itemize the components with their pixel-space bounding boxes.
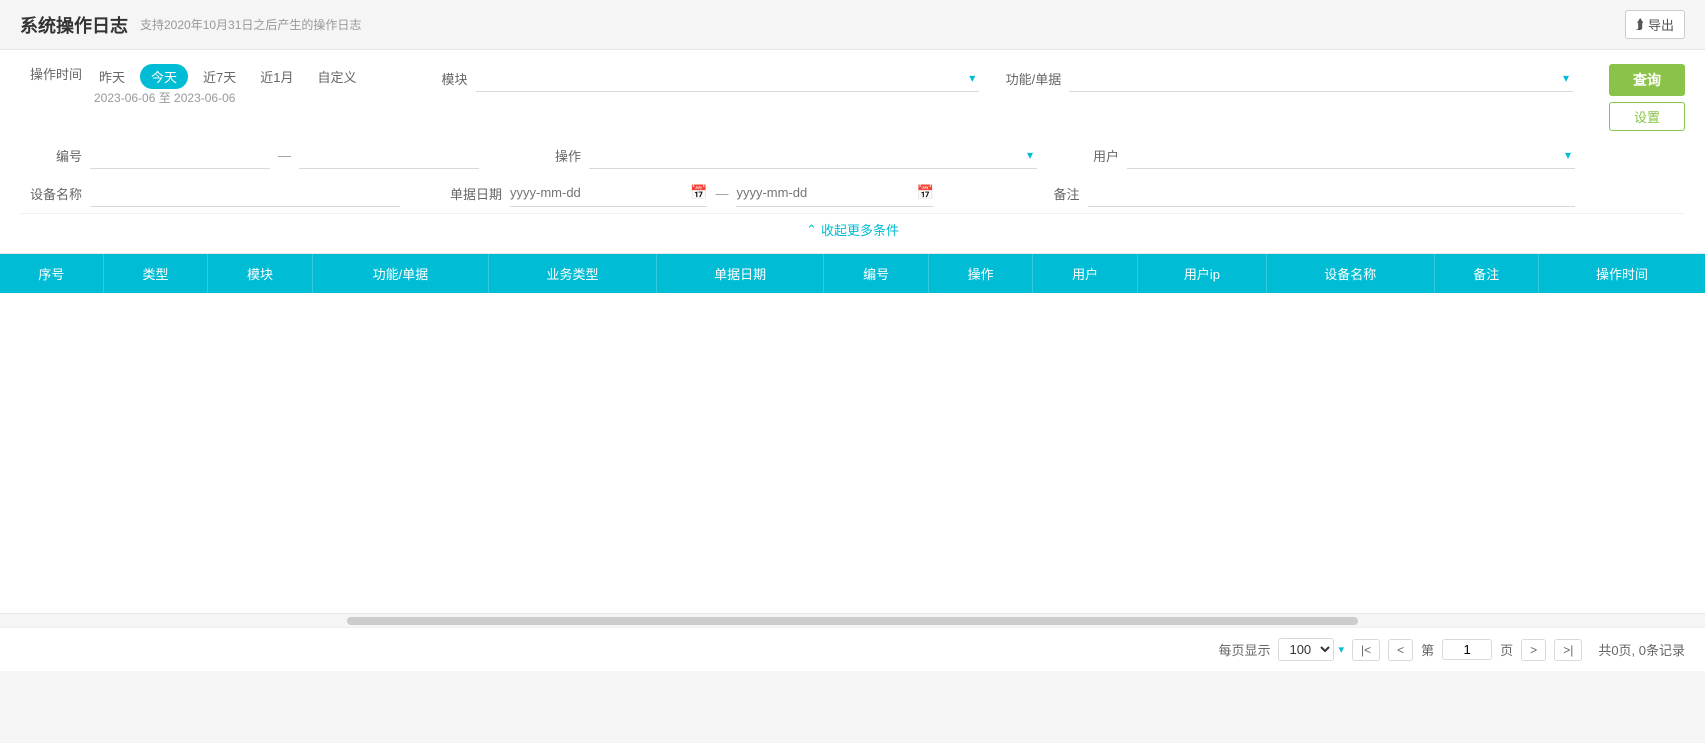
number-to-input[interactable] (299, 147, 479, 162)
page-label: 第 (1421, 640, 1434, 659)
collapse-button[interactable]: ⌃ 收起更多条件 (20, 213, 1685, 245)
col-user: 用户 (1033, 254, 1137, 293)
time-buttons: 昨天 今天 近7天 近1月 自定义 (90, 64, 366, 89)
page-header: 系统操作日志 支持2020年10月31日之后产生的操作日志 ⮭ 导出 (0, 0, 1705, 50)
number-from-wrapper (90, 141, 270, 169)
operation-select-wrapper: ▾ (589, 141, 1037, 169)
doc-date-from-input[interactable] (510, 185, 686, 200)
time-label: 操作时间 (20, 64, 90, 83)
table-container: 序号 类型 模块 功能/单据 业务类型 单据日期 编号 操作 用户 用户ip 设… (0, 254, 1705, 613)
time-btn-yesterday[interactable]: 昨天 (90, 64, 134, 89)
page-title: 系统操作日志 (20, 12, 128, 38)
query-button[interactable]: 查询 (1609, 64, 1685, 96)
empty-area (0, 293, 1705, 613)
function-label: 功能/单据 (999, 69, 1069, 88)
settings-button[interactable]: 设置 (1609, 102, 1685, 131)
doc-date-label: 单据日期 (440, 184, 510, 203)
doc-date-to-input[interactable] (736, 185, 912, 200)
last-page-btn[interactable]: >| (1554, 639, 1582, 661)
export-icon: ⮭ (1636, 16, 1644, 33)
time-btn-1month[interactable]: 近1月 (251, 64, 302, 89)
number-label: 编号 (20, 146, 90, 165)
user-label: 用户 (1057, 146, 1127, 165)
doc-date-to-wrapper: 📅 (736, 179, 933, 207)
module-select-wrapper: ▾ (476, 64, 980, 92)
col-module: 模块 (208, 254, 312, 293)
export-button[interactable]: ⮭ 导出 (1625, 10, 1685, 39)
col-op-time: 操作时间 (1539, 254, 1705, 293)
next-page-btn[interactable]: > (1521, 639, 1546, 661)
device-input-wrapper (90, 179, 400, 207)
remark-input[interactable] (1088, 185, 1576, 200)
export-label: 导出 (1648, 15, 1674, 34)
col-device: 设备名称 (1266, 254, 1434, 293)
table-header-row: 序号 类型 模块 功能/单据 业务类型 单据日期 编号 操作 用户 用户ip 设… (0, 254, 1705, 293)
col-type: 类型 (103, 254, 207, 293)
calendar-to-icon[interactable]: 📅 (916, 184, 933, 201)
function-select[interactable] (1069, 70, 1573, 85)
calendar-from-icon[interactable]: 📅 (690, 184, 707, 201)
col-number: 编号 (824, 254, 928, 293)
function-select-wrapper: ▾ (1069, 64, 1573, 92)
doc-date-from-wrapper: 📅 (510, 179, 707, 207)
action-buttons: 查询 设置 (1609, 64, 1685, 131)
device-label: 设备名称 (20, 184, 90, 203)
scroll-thumb[interactable] (347, 617, 1358, 625)
operation-select[interactable] (589, 147, 1037, 162)
operation-label: 操作 (519, 146, 589, 165)
col-remark: 备注 (1434, 254, 1538, 293)
time-btn-today[interactable]: 今天 (140, 64, 188, 89)
page-size-select[interactable]: 10 20 50 100 200 (1278, 638, 1334, 661)
number-to-wrapper (299, 141, 479, 169)
pagination: 每页显示 10 20 50 100 200 ▾ |< < 第 页 > >| 共0… (0, 627, 1705, 671)
col-seq: 序号 (0, 254, 103, 293)
time-btn-custom[interactable]: 自定义 (309, 64, 366, 89)
col-operation: 操作 (928, 254, 1032, 293)
module-select[interactable] (476, 70, 980, 85)
remark-label: 备注 (1018, 184, 1088, 203)
user-select[interactable] (1127, 147, 1575, 162)
first-page-btn[interactable]: |< (1352, 639, 1380, 661)
doc-date-dash: — (715, 186, 728, 201)
user-select-wrapper: ▾ (1127, 141, 1575, 169)
page-subtitle: 支持2020年10月31日之后产生的操作日志 (140, 16, 361, 33)
module-label: 模块 (406, 69, 476, 88)
time-range: 2023-06-06 至 2023-06-06 (94, 89, 366, 106)
time-btn-7days[interactable]: 近7天 (194, 64, 245, 89)
data-table: 序号 类型 模块 功能/单据 业务类型 单据日期 编号 操作 用户 用户ip 设… (0, 254, 1705, 293)
number-dash: — (278, 148, 291, 163)
horizontal-scrollbar[interactable] (0, 613, 1705, 627)
page-size-dropdown-icon: ▾ (1338, 643, 1344, 656)
total-info: 共0页, 0条记录 (1598, 640, 1685, 659)
device-input[interactable] (90, 185, 400, 200)
collapse-label: 收起更多条件 (821, 220, 899, 239)
collapse-icon: ⌃ (806, 222, 817, 238)
col-function: 功能/单据 (312, 254, 488, 293)
page-size-label: 每页显示 (1218, 640, 1270, 659)
col-doc-date: 单据日期 (656, 254, 824, 293)
number-from-input[interactable] (90, 147, 270, 162)
col-biz-type: 业务类型 (489, 254, 657, 293)
page-unit: 页 (1500, 640, 1513, 659)
col-user-ip: 用户ip (1137, 254, 1266, 293)
page-number-input[interactable] (1442, 639, 1492, 660)
filter-panel: 操作时间 昨天 今天 近7天 近1月 自定义 2023-06-06 至 2023… (0, 50, 1705, 254)
prev-page-btn[interactable]: < (1388, 639, 1413, 661)
remark-input-wrapper (1088, 179, 1576, 207)
